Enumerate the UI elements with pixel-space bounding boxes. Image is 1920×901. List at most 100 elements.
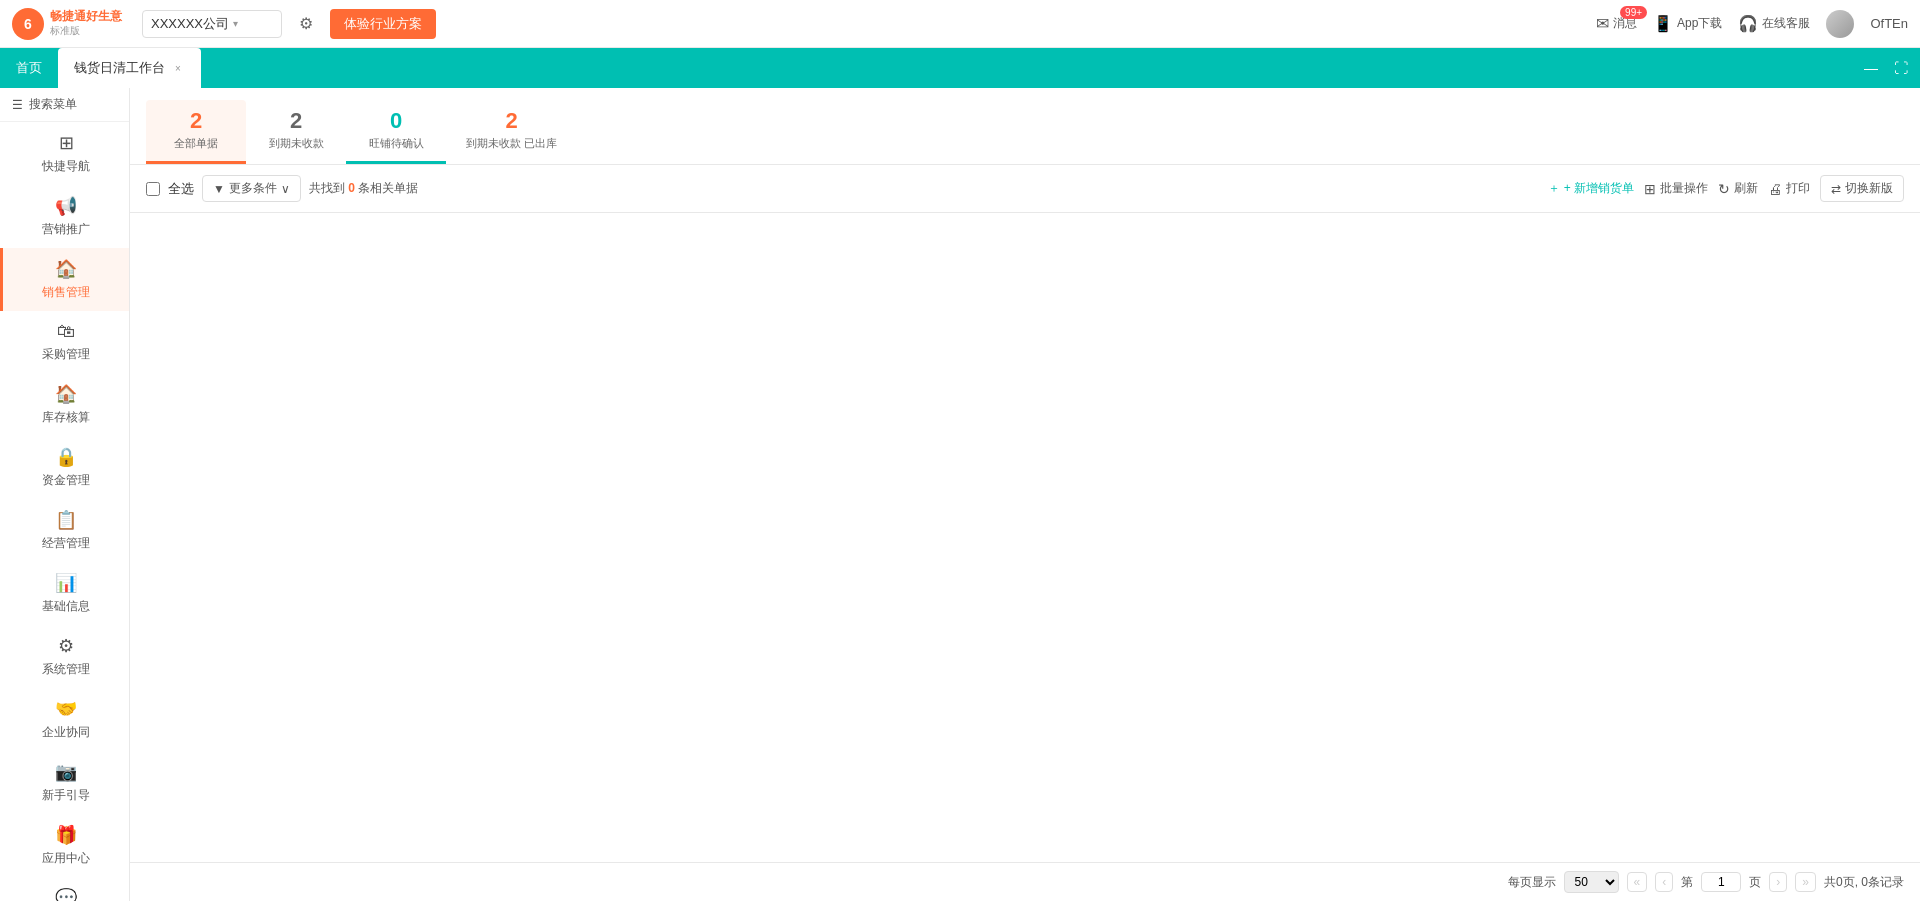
sidebar-item-app-center[interactable]: 🎁 应用中心	[0, 814, 129, 877]
sidebar-item-quick-nav[interactable]: ⊞ 快捷导航	[0, 122, 129, 185]
tab-minimize-button[interactable]: —	[1860, 56, 1882, 80]
new-order-label: + 新增销货单	[1564, 180, 1634, 197]
batch-action[interactable]: ⊞ 批量操作	[1644, 180, 1708, 197]
sidebar-item-label: 新手引导	[42, 787, 90, 804]
sidebar-item-wechat[interactable]: 💬 企业微信	[0, 877, 129, 901]
found-text: 共找到 0 条相关单据	[309, 180, 418, 197]
work-content: 2 全部单据 2 到期未收款 0 旺铺待确认 2 到期未收款 已出库	[130, 88, 1920, 901]
toolbar-right: ＋ + 新增销货单 ⊞ 批量操作 ↻ 刷新 🖨 打印	[1548, 175, 1904, 202]
print-label: 打印	[1786, 180, 1810, 197]
new-version-button[interactable]: ⇄ 切换新版	[1820, 175, 1904, 202]
select-all-label: 全选	[168, 180, 194, 198]
stat-number-all: 2	[190, 108, 202, 134]
batch-label: 批量操作	[1660, 180, 1708, 197]
per-page-select[interactable]: 50 100 200	[1564, 871, 1619, 893]
sidebar-item-marketing[interactable]: 📢 营销推广	[0, 185, 129, 248]
sidebar-item-operations[interactable]: 📋 经营管理	[0, 499, 129, 562]
company-selector[interactable]: XXXXXX公司 ▾	[142, 10, 282, 38]
tab-expand-button[interactable]: ⛶	[1890, 56, 1912, 80]
print-action[interactable]: 🖨 打印	[1768, 180, 1810, 197]
online-service-action[interactable]: 🎧 在线客服	[1738, 14, 1810, 33]
stat-tab-all[interactable]: 2 全部单据	[146, 100, 246, 164]
tab-close-icon[interactable]: ×	[171, 61, 185, 75]
service-icon: 🎧	[1738, 14, 1758, 33]
avatar[interactable]	[1826, 10, 1854, 38]
operations-icon: 📋	[55, 509, 77, 531]
app-name: 畅捷通好生意	[50, 9, 122, 23]
stat-number-overdue-shipped: 2	[505, 108, 517, 134]
filter-icon: ▼	[213, 182, 225, 196]
sidebar-item-sales[interactable]: 🏠 销售管理	[0, 248, 129, 311]
finance-icon: 🔒	[55, 446, 77, 468]
sidebar-item-label: 应用中心	[42, 850, 90, 867]
chevron-icon: ∨	[281, 182, 290, 196]
sidebar-item-label: 营销推广	[42, 221, 90, 238]
sidebar-item-label: 快捷导航	[42, 158, 90, 175]
new-order-button[interactable]: ＋ + 新增销货单	[1548, 180, 1634, 197]
gear-icon: ⚙	[299, 14, 313, 33]
tab-work-label: 钱货日清工作台	[74, 59, 165, 77]
page-prev-button[interactable]: ‹	[1655, 872, 1673, 892]
top-header: 6 畅捷通好生意 标准版 XXXXXX公司 ▾ ⚙ 体验行业方案 ✉ 消息 99…	[0, 0, 1920, 48]
select-all-checkbox[interactable]	[146, 182, 160, 196]
stat-number-pending: 0	[390, 108, 402, 134]
sidebar-item-inventory[interactable]: 🏠 库存核算	[0, 373, 129, 436]
download-icon: 📱	[1653, 14, 1673, 33]
cooperation-icon: 🤝	[55, 698, 77, 720]
page-last-button[interactable]: »	[1795, 872, 1816, 892]
filter-button[interactable]: ▼ 更多条件 ∨	[202, 175, 301, 202]
sidebar-item-cooperation[interactable]: 🤝 企业协同	[0, 688, 129, 751]
sidebar-item-label: 企业协同	[42, 724, 90, 741]
logo-icon: 6	[12, 8, 44, 40]
experience-button[interactable]: 体验行业方案	[330, 9, 436, 39]
stat-tab-pending[interactable]: 0 旺铺待确认	[346, 100, 446, 164]
stats-tabs: 2 全部单据 2 到期未收款 0 旺铺待确认 2 到期未收款 已出库	[130, 88, 1920, 165]
search-menu-label: 搜索菜单	[29, 96, 77, 113]
refresh-label: 刷新	[1734, 180, 1758, 197]
new-version-label: 切换新版	[1845, 180, 1893, 197]
sidebar-item-guide[interactable]: 📷 新手引导	[0, 751, 129, 814]
batch-icon: ⊞	[1644, 181, 1656, 197]
sidebar-item-label: 销售管理	[42, 284, 90, 301]
search-menu[interactable]: ☰ 搜索菜单	[0, 88, 129, 122]
sales-icon: 🏠	[55, 258, 77, 280]
stat-label-overdue-shipped: 到期未收款 已出库	[466, 136, 557, 151]
sidebar-item-finance[interactable]: 🔒 资金管理	[0, 436, 129, 499]
per-page-label: 每页显示	[1508, 874, 1556, 891]
page-first-button[interactable]: «	[1627, 872, 1648, 892]
basic-info-icon: 📊	[55, 572, 77, 594]
page-input[interactable]	[1701, 872, 1741, 892]
total-info: 共0页, 0条记录	[1824, 874, 1904, 891]
plus-icon: ＋	[1548, 180, 1560, 197]
sidebar-item-label: 系统管理	[42, 661, 90, 678]
quick-nav-icon: ⊞	[59, 132, 74, 154]
stat-tab-overdue-shipped[interactable]: 2 到期未收款 已出库	[446, 100, 577, 164]
tab-bar-right: — ⛶	[1860, 56, 1920, 80]
toolbar-left: 全选 ▼ 更多条件 ∨ 共找到 0 条相关单据	[146, 175, 1540, 202]
sidebar-item-basic-info[interactable]: 📊 基础信息	[0, 562, 129, 625]
main-layout: ☰ 搜索菜单 ⊞ 快捷导航 📢 营销推广 🏠 销售管理 🛍 采购管理 🏠 库存核…	[0, 88, 1920, 901]
stat-number-overdue: 2	[290, 108, 302, 134]
refresh-action[interactable]: ↻ 刷新	[1718, 180, 1758, 197]
search-icon: ☰	[12, 98, 23, 112]
tab-work[interactable]: 钱货日清工作台 ×	[58, 48, 201, 88]
sidebar-item-system[interactable]: ⚙ 系统管理	[0, 625, 129, 688]
wechat-icon: 💬	[55, 887, 77, 901]
guide-icon: 📷	[55, 761, 77, 783]
messages-action[interactable]: ✉ 消息 99+	[1596, 14, 1637, 33]
settings-button[interactable]: ⚙	[290, 8, 322, 40]
app-download-action[interactable]: 📱 App下载	[1653, 14, 1722, 33]
page-next-button[interactable]: ›	[1769, 872, 1787, 892]
system-icon: ⚙	[58, 635, 74, 657]
stat-tab-overdue[interactable]: 2 到期未收款	[246, 100, 346, 164]
header-right: ✉ 消息 99+ 📱 App下载 🎧 在线客服 OfTEn	[1596, 10, 1908, 38]
app-download-label: App下载	[1677, 15, 1722, 32]
toolbar: 全选 ▼ 更多条件 ∨ 共找到 0 条相关单据 ＋ + 新增销	[130, 165, 1920, 213]
message-icon: ✉	[1596, 14, 1609, 33]
tab-home[interactable]: 首页	[0, 48, 58, 88]
username: OfTEn	[1870, 16, 1908, 31]
filter-label: 更多条件	[229, 180, 277, 197]
tab-home-label: 首页	[16, 59, 42, 77]
sidebar-item-purchase[interactable]: 🛍 采购管理	[0, 311, 129, 373]
found-count: 0	[348, 181, 355, 195]
